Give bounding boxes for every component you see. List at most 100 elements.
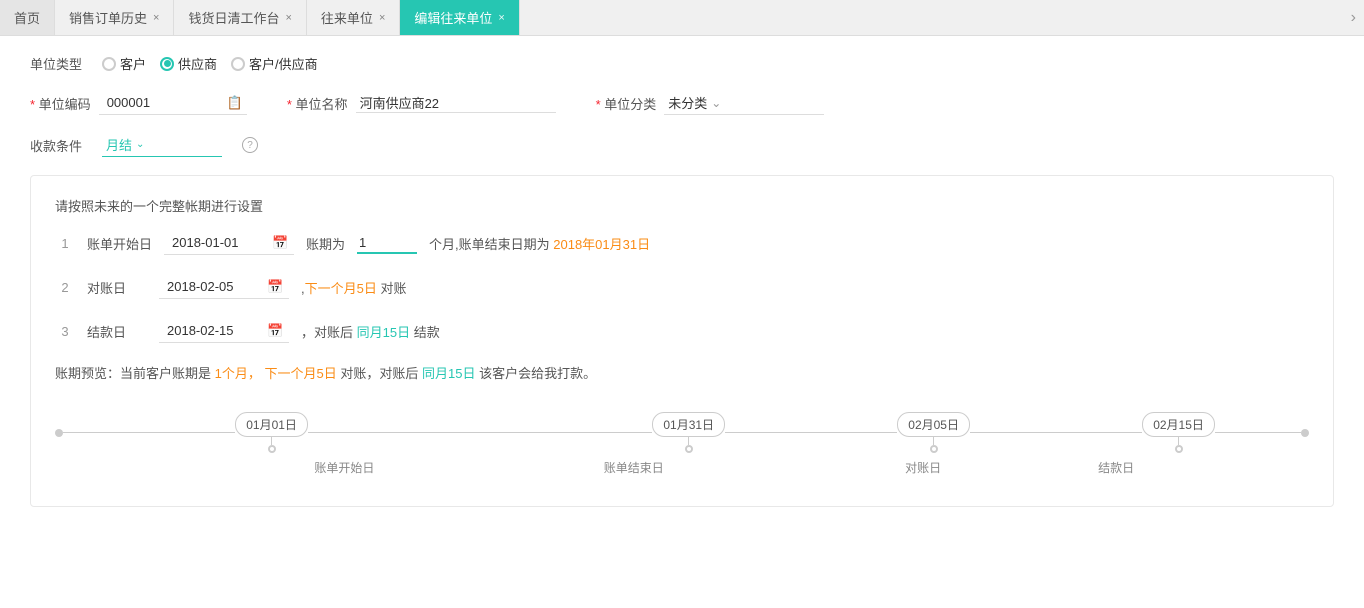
tl-label-3-wrap: 对账日 [827, 457, 1020, 476]
tab-partner-close[interactable]: × [379, 12, 385, 24]
unit-code-input[interactable] [103, 93, 223, 112]
timeline-label-1: 账单开始日 [314, 459, 374, 476]
payment-condition-chevron: ⌄ [136, 139, 144, 150]
tl-node-4-line [1178, 437, 1179, 445]
tab-sales-label: 销售订单历史 [69, 8, 147, 27]
period-desc-2-highlight: 下一个月5日 [305, 281, 377, 296]
preview-suffix: 该客户会给我打款。 [479, 366, 596, 381]
period-number-3: 3 [55, 324, 75, 339]
period-date-1-wrap: 📅 [164, 231, 294, 255]
unit-type-label: 单位类型 [30, 54, 82, 73]
unit-class-chevron: ⌄ [711, 96, 721, 110]
tab-cash-close[interactable]: × [285, 12, 291, 24]
tl-node-2-line [688, 437, 689, 445]
tab-edit-partner-label: 编辑往来单位 [414, 8, 492, 27]
tab-partner[interactable]: 往来单位 × [307, 0, 400, 35]
unit-name-input[interactable] [356, 93, 556, 113]
radio-supplier-label: 供应商 [178, 54, 217, 73]
tl-label-1-wrap: 账单开始日 [248, 457, 441, 476]
tab-sales-close[interactable]: × [153, 12, 159, 24]
months-input[interactable] [357, 233, 417, 254]
preview-mid: 对账，对账后 [340, 366, 418, 381]
section-title: 请按照未来的一个完整帐期进行设置 [55, 196, 1309, 215]
timeline-node-3: 02月05日 [897, 412, 970, 453]
period-date-3-wrap: 📅 [159, 319, 289, 343]
period-date-1-icon[interactable]: 📅 [272, 235, 288, 251]
main-content: 单位类型 客户 供应商 客户/供应商 单位编码 📋 [0, 36, 1364, 608]
radio-supplier-circle [160, 57, 174, 71]
unit-class-field: 单位分类 未分类 ⌄ [596, 91, 825, 115]
payment-condition-dropdown[interactable]: 月结 ⌄ [102, 133, 222, 157]
tl-line-1 [63, 432, 235, 433]
tab-edit-partner-close[interactable]: × [498, 12, 504, 24]
period-settings-section: 请按照未来的一个完整帐期进行设置 1 账单开始日 📅 账期为 个月,账单结束日期… [30, 175, 1334, 507]
tl-node-3-line [933, 437, 934, 445]
radio-supplier[interactable]: 供应商 [160, 54, 217, 73]
unit-name-field: 单位名称 [287, 93, 556, 113]
tab-sales-order[interactable]: 销售订单历史 × [55, 0, 174, 35]
timeline-label-2: 账单结束日 [604, 459, 664, 476]
period-number-1: 1 [55, 236, 75, 251]
preview-part3: 同月15日 [422, 366, 475, 381]
tl-node-3-dot [930, 445, 938, 453]
period-date-1-input[interactable] [168, 233, 268, 252]
timeline-left-dot [55, 429, 63, 437]
payment-condition-row: 收款条件 月结 ⌄ ? [30, 133, 1334, 157]
tl-node-4-dot [1175, 445, 1183, 453]
timeline-container: 01月01日 01月31日 02月05日 [55, 402, 1309, 486]
period-desc-1-post: 个月,账单结束日期为 2018年01月31日 [429, 234, 650, 253]
radio-both-label: 客户/供应商 [249, 54, 318, 73]
tab-home[interactable]: 首页 [0, 0, 55, 35]
period-date-2-wrap: 📅 [159, 275, 289, 299]
period-label-1: 账单开始日 [87, 234, 152, 253]
period-row-3: 3 结款日 📅 ，对账后 同月15日 结款 [55, 319, 1309, 343]
tab-bar: 首页 销售订单历史 × 钱货日清工作台 × 往来单位 × 编辑往来单位 × › [0, 0, 1364, 36]
preview-part1: 1个月， [215, 366, 261, 381]
payment-condition-value: 月结 [106, 135, 132, 154]
period-end-date: 2018年01月31日 [553, 237, 650, 252]
help-icon[interactable]: ? [242, 137, 258, 153]
unit-class-value: 未分类 [668, 93, 707, 112]
tab-scroll-right[interactable]: › [1343, 0, 1364, 35]
tl-node-2-dot [685, 445, 693, 453]
tl-node-1-dot [268, 445, 276, 453]
radio-customer-label: 客户 [120, 54, 146, 73]
period-desc-3-highlight: 同月15日 [357, 325, 410, 340]
unit-type-radio-group: 客户 供应商 客户/供应商 [102, 54, 318, 73]
timeline-node-4: 02月15日 [1142, 412, 1215, 453]
radio-customer-circle [102, 57, 116, 71]
preview-part2: 下一个月5日 [265, 366, 337, 381]
timeline-node-1: 01月01日 [235, 412, 308, 453]
period-row-2: 2 对账日 📅 ,下一个月5日 对账 [55, 275, 1309, 299]
radio-both[interactable]: 客户/供应商 [231, 54, 318, 73]
unit-info-row: 单位编码 📋 单位名称 单位分类 未分类 ⌄ [30, 91, 1334, 115]
period-date-2-icon[interactable]: 📅 [267, 279, 283, 295]
period-desc-1-pre: 账期为 [306, 234, 345, 253]
radio-customer[interactable]: 客户 [102, 54, 146, 73]
tab-cash-label: 钱货日清工作台 [188, 8, 279, 27]
unit-class-dropdown[interactable]: 未分类 ⌄ [664, 91, 824, 115]
preview-prefix: 账期预览：当前客户账期是 [55, 366, 211, 381]
timeline-node-2: 01月31日 [652, 412, 725, 453]
payment-condition-label: 收款条件 [30, 136, 82, 155]
tl-line-2 [308, 432, 652, 433]
tab-cash[interactable]: 钱货日清工作台 × [174, 0, 306, 35]
period-date-3-icon[interactable]: 📅 [267, 323, 283, 339]
tl-line-3 [725, 432, 897, 433]
timeline-label-3: 对账日 [905, 459, 941, 476]
unit-code-icon[interactable]: 📋 [227, 95, 243, 111]
timeline-right-dot [1301, 429, 1309, 437]
tl-label-2-wrap: 账单结束日 [441, 457, 827, 476]
period-number-2: 2 [55, 280, 75, 295]
unit-class-label: 单位分类 [596, 94, 657, 113]
tl-label-4-wrap: 结款日 [1020, 457, 1213, 476]
period-label-2: 对账日 [87, 278, 147, 297]
period-label-3: 结款日 [87, 322, 147, 341]
tab-edit-partner[interactable]: 编辑往来单位 × [400, 0, 519, 35]
period-desc-2: ,下一个月5日 对账 [301, 278, 406, 297]
tab-partner-label: 往来单位 [321, 8, 373, 27]
period-date-2-input[interactable] [163, 277, 263, 296]
radio-both-circle [231, 57, 245, 71]
period-date-3-input[interactable] [163, 321, 263, 340]
unit-code-field: 单位编码 📋 [30, 91, 247, 115]
